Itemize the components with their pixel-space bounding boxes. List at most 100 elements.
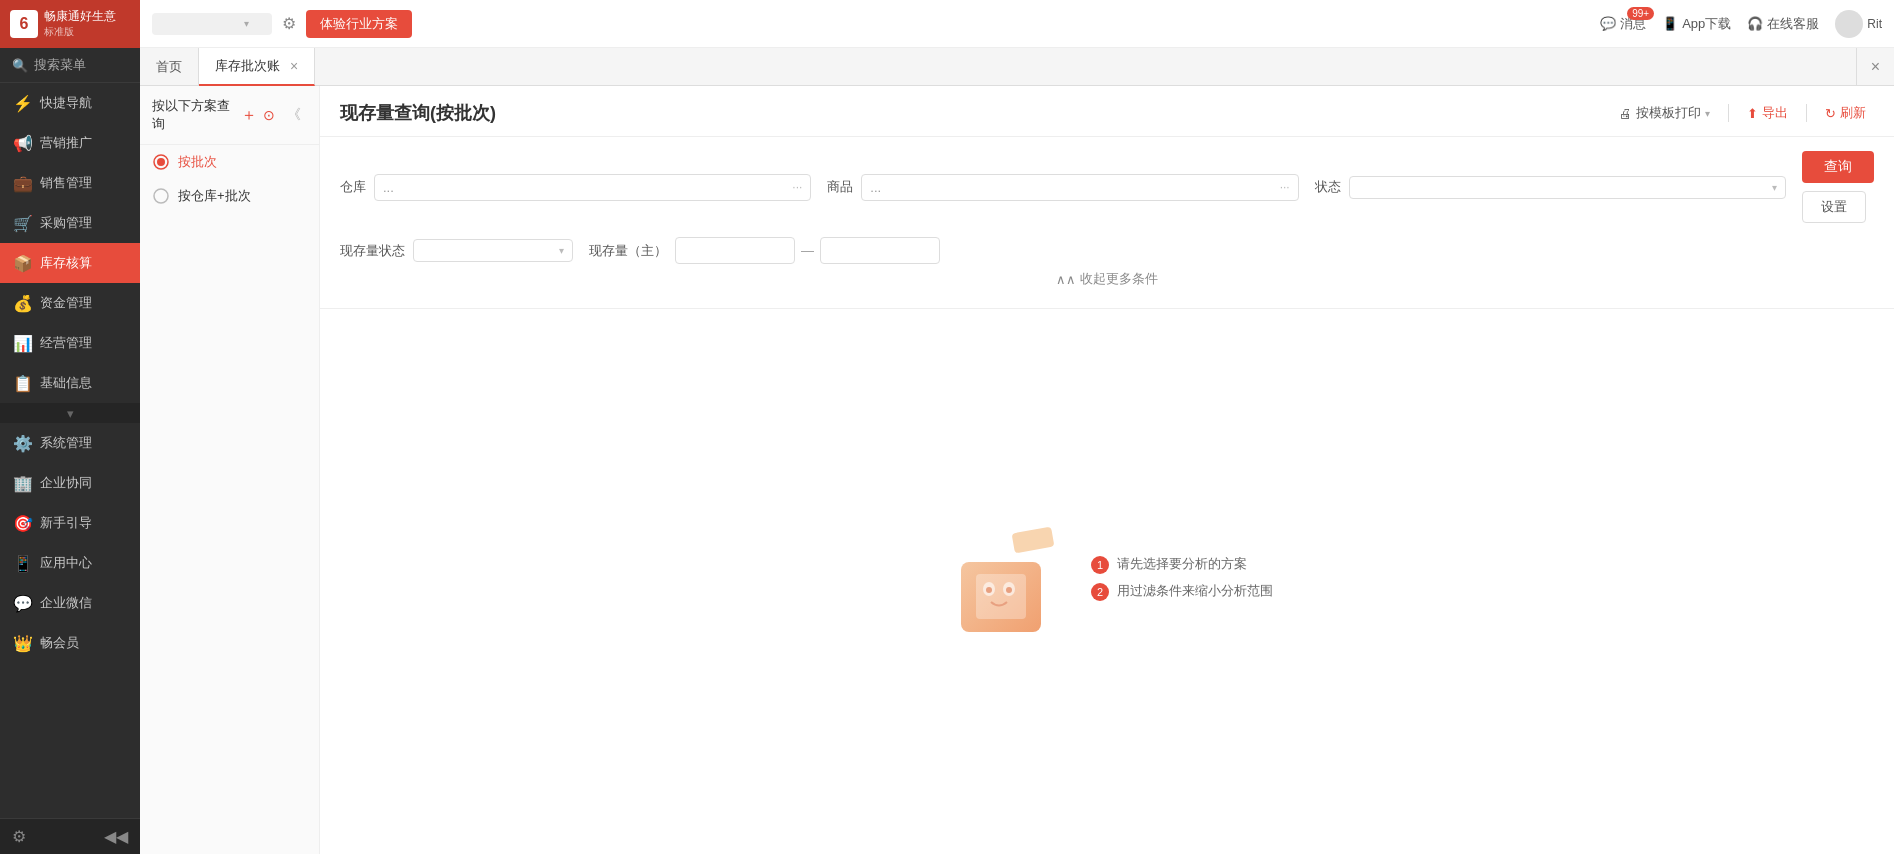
warehouse-input[interactable]: ... ··· bbox=[374, 174, 811, 201]
export-btn[interactable]: ⬆ 导出 bbox=[1739, 100, 1796, 126]
status-select[interactable]: ▾ bbox=[1349, 176, 1786, 199]
empty-state: 1 请先选择要分析的方案 2 用过滤条件来缩小分析范围 bbox=[320, 309, 1894, 854]
sidebar-item-operations[interactable]: 📊 经营管理 bbox=[0, 323, 140, 363]
sidebar-item-label: 系统管理 bbox=[40, 434, 92, 452]
online-service-btn[interactable]: 🎧 在线客服 bbox=[1747, 15, 1819, 33]
search-menu-item[interactable]: 🔍 搜索菜单 bbox=[0, 48, 140, 83]
sidebar-item-label: 采购管理 bbox=[40, 214, 92, 232]
sidebar-item-label: 企业微信 bbox=[40, 594, 92, 612]
system-icon: ⚙️ bbox=[14, 434, 32, 452]
collapse-sidebar-btn[interactable]: ◀◀ bbox=[104, 827, 128, 846]
inventory-status-label: 现存量状态 bbox=[340, 242, 405, 260]
sidebar-item-purchase[interactable]: 🛒 采购管理 bbox=[0, 203, 140, 243]
content-area: 按以下方案查询 ＋ ⊙ 《 按批次 bbox=[140, 86, 1894, 854]
finance-icon: 💰 bbox=[14, 294, 32, 312]
username: Rit bbox=[1867, 17, 1882, 31]
sidebar-item-label: 畅会员 bbox=[40, 634, 79, 652]
topbar-gear-icon[interactable]: ⚙ bbox=[282, 14, 296, 33]
inventory-qty-range: — bbox=[675, 237, 940, 264]
enterprise-icon: 🏢 bbox=[14, 474, 32, 492]
settings-btn[interactable]: 设置 bbox=[1802, 191, 1866, 223]
product-label: 商品 bbox=[827, 178, 853, 196]
avatar bbox=[1835, 10, 1863, 38]
sidebar-item-label: 经营管理 bbox=[40, 334, 92, 352]
right-content: 现存量查询(按批次) 🖨 按模板打印 ▾ ⬆ 导出 ↻ 刷 bbox=[320, 86, 1894, 854]
step-num-2: 2 bbox=[1091, 583, 1109, 601]
left-panel-title: 按以下方案查询 bbox=[152, 97, 241, 133]
export-label: 导出 bbox=[1762, 104, 1788, 122]
search-icon: 🔍 bbox=[12, 58, 28, 73]
scroll-down-btn[interactable]: ▾ bbox=[0, 403, 140, 423]
sidebar-item-guide[interactable]: 🎯 新手引导 bbox=[0, 503, 140, 543]
scheme-by-batch[interactable]: 按批次 bbox=[140, 145, 319, 179]
sidebar-item-quick[interactable]: ⚡ 快捷导航 bbox=[0, 83, 140, 123]
page-header-actions: 🖨 按模板打印 ▾ ⬆ 导出 ↻ 刷新 bbox=[1611, 100, 1874, 126]
collapse-filter-btn[interactable]: ∧∧ 收起更多条件 bbox=[340, 264, 1874, 294]
warehouse-placeholder: ... bbox=[383, 180, 788, 195]
empty-step-2-text: 用过滤条件来缩小分析范围 bbox=[1117, 582, 1273, 600]
basic-icon: 📋 bbox=[14, 374, 32, 392]
product-more-icon: ··· bbox=[1280, 180, 1290, 194]
tab-inventory-batch[interactable]: 库存批次账 × bbox=[199, 48, 315, 86]
inventory-qty-max[interactable] bbox=[820, 237, 940, 264]
sidebar-header: 6 畅康通好生意 标准版 bbox=[0, 0, 140, 48]
inventory-icon: 📦 bbox=[14, 254, 32, 272]
user-avatar[interactable]: Rit bbox=[1835, 10, 1882, 38]
sidebar-item-sales[interactable]: 💼 销售管理 bbox=[0, 163, 140, 203]
filter-inventory-qty: 现存量（主） — bbox=[589, 237, 940, 264]
sidebar-item-inventory[interactable]: 📦 库存核算 bbox=[0, 243, 140, 283]
app-download-btn[interactable]: 📱 App下载 bbox=[1662, 15, 1731, 33]
dropdown-icon: ▾ bbox=[244, 18, 249, 29]
filter-warehouse: 仓库 ... ··· bbox=[340, 174, 811, 201]
product-input[interactable]: ... ··· bbox=[861, 174, 1298, 201]
scheme-settings-btn[interactable]: ⊙ bbox=[263, 107, 275, 123]
print-dropdown-icon[interactable]: ▾ bbox=[1705, 108, 1710, 119]
sidebar-item-marketing[interactable]: 📢 营销推广 bbox=[0, 123, 140, 163]
collapse-left-panel-btn[interactable]: 《 bbox=[281, 96, 307, 134]
experience-btn[interactable]: 体验行业方案 bbox=[306, 10, 412, 38]
status-label: 状态 bbox=[1315, 178, 1341, 196]
sidebar-item-member[interactable]: 👑 畅会员 bbox=[0, 623, 140, 663]
collapse-filter-label: 收起更多条件 bbox=[1080, 270, 1158, 288]
topbar-search-input[interactable] bbox=[160, 17, 240, 31]
refresh-label: 刷新 bbox=[1840, 104, 1866, 122]
messages-btn[interactable]: 💬 消息 99+ bbox=[1600, 15, 1646, 33]
page-header: 现存量查询(按批次) 🖨 按模板打印 ▾ ⬆ 导出 ↻ 刷 bbox=[320, 86, 1894, 137]
sidebar-item-system[interactable]: ⚙️ 系统管理 bbox=[0, 423, 140, 463]
settings-icon[interactable]: ⚙ bbox=[12, 827, 26, 846]
svg-point-2 bbox=[154, 189, 168, 203]
chevron-up-icon: ∧∧ bbox=[1056, 272, 1076, 287]
member-icon: 👑 bbox=[14, 634, 32, 652]
scheme-by-warehouse-batch[interactable]: 按仓库+批次 bbox=[140, 179, 319, 213]
header-divider-1 bbox=[1728, 104, 1729, 122]
filter-row-2: 现存量状态 ▾ 现存量（主） — bbox=[340, 237, 1874, 264]
inventory-status-select[interactable]: ▾ bbox=[413, 239, 573, 262]
sidebar-item-label: 销售管理 bbox=[40, 174, 92, 192]
main-area: ▾ ⚙ 体验行业方案 💬 消息 99+ 📱 App下载 🎧 在线客服 Rit bbox=[140, 0, 1894, 854]
print-btn[interactable]: 🖨 按模板打印 ▾ bbox=[1611, 100, 1718, 126]
close-all-tabs-btn[interactable]: × bbox=[1856, 48, 1894, 86]
headset-icon: 🎧 bbox=[1747, 16, 1763, 31]
tab-close-icon[interactable]: × bbox=[290, 58, 298, 74]
add-scheme-btn[interactable]: ＋ bbox=[241, 105, 257, 126]
empty-illustration bbox=[941, 522, 1061, 642]
sidebar-item-app-center[interactable]: 📱 应用中心 bbox=[0, 543, 140, 583]
sidebar-item-label: 营销推广 bbox=[40, 134, 92, 152]
refresh-btn[interactable]: ↻ 刷新 bbox=[1817, 100, 1874, 126]
sidebar-item-enterprise[interactable]: 🏢 企业协同 bbox=[0, 463, 140, 503]
inventory-qty-min[interactable] bbox=[675, 237, 795, 264]
sidebar-footer: ⚙ ◀◀ bbox=[0, 818, 140, 854]
close-all-icon: × bbox=[1871, 58, 1880, 76]
query-btn[interactable]: 查询 bbox=[1802, 151, 1874, 183]
sidebar-item-finance[interactable]: 💰 资金管理 bbox=[0, 283, 140, 323]
warehouse-label: 仓库 bbox=[340, 178, 366, 196]
export-icon: ⬆ bbox=[1747, 106, 1758, 121]
topbar-search-wrap[interactable]: ▾ bbox=[152, 13, 272, 35]
sidebar: 6 畅康通好生意 标准版 🔍 搜索菜单 ⚡ 快捷导航 📢 营销推广 💼 销售管理… bbox=[0, 0, 140, 854]
sidebar-item-wechat[interactable]: 💬 企业微信 bbox=[0, 583, 140, 623]
sidebar-item-basic[interactable]: 📋 基础信息 bbox=[0, 363, 140, 403]
tab-home[interactable]: 首页 bbox=[140, 48, 199, 86]
online-service-label: 在线客服 bbox=[1767, 15, 1819, 33]
status-dropdown-icon: ▾ bbox=[1772, 182, 1777, 193]
warehouse-more-icon: ··· bbox=[792, 180, 802, 194]
